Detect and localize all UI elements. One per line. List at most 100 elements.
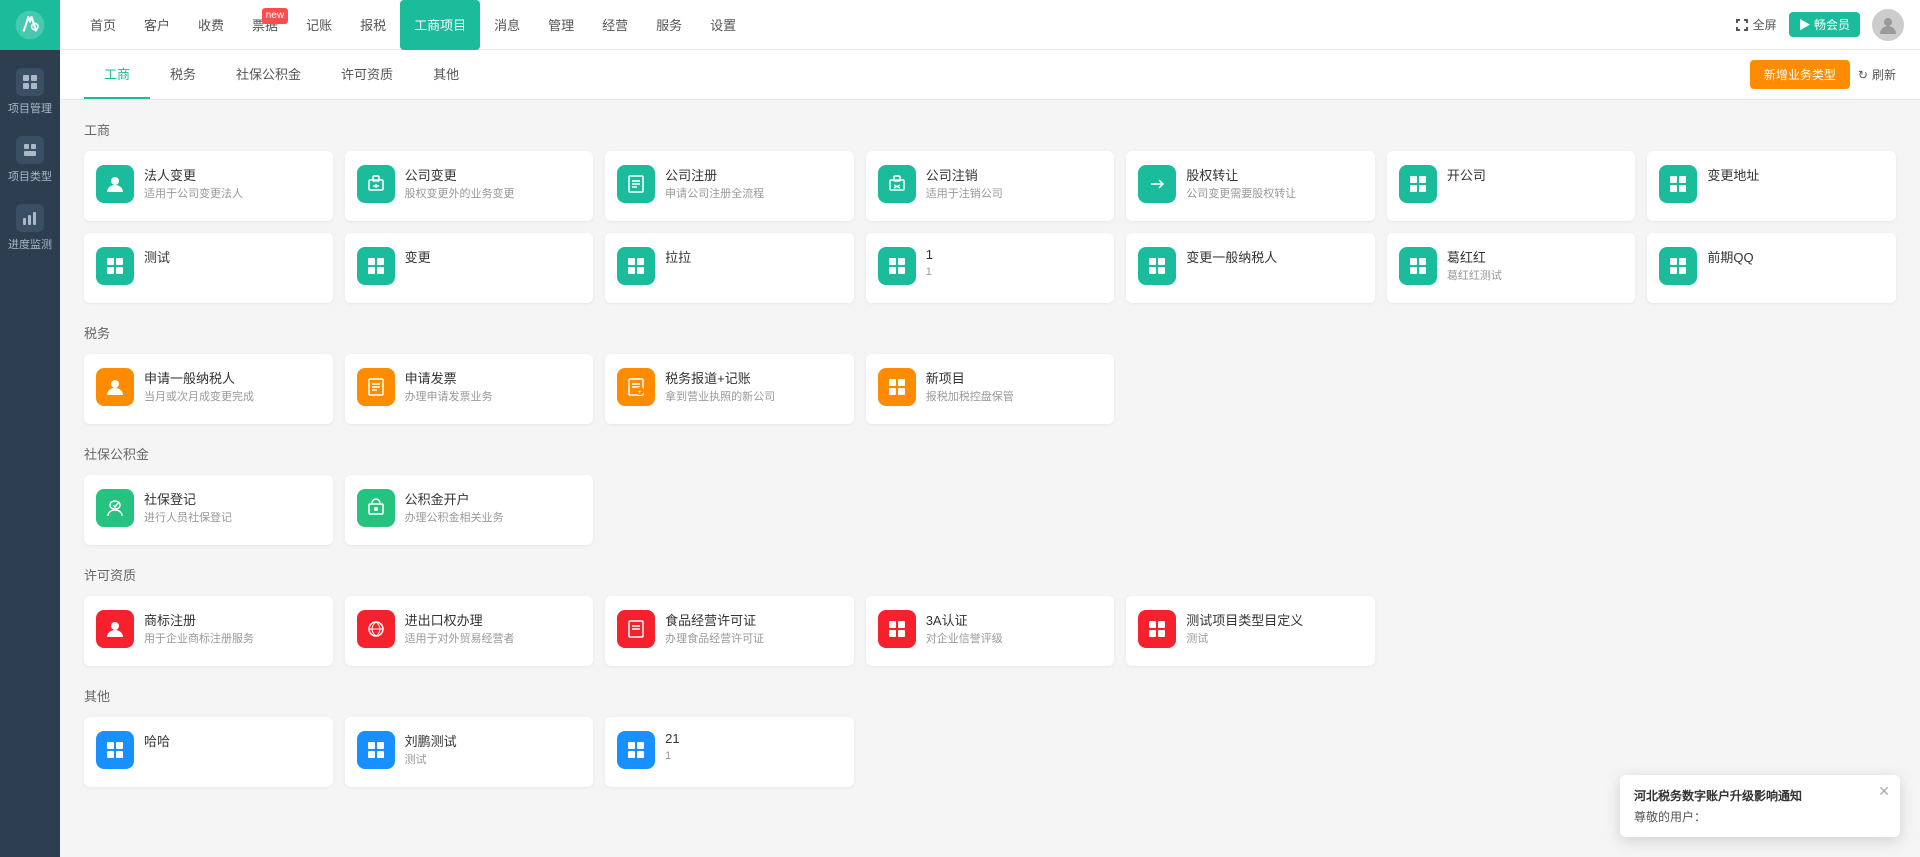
card-test-type[interactable]: 测试项目类型目定义 测试 bbox=[1126, 596, 1375, 666]
card-3a-cert[interactable]: 3A认证 对企业信誉评级 bbox=[866, 596, 1115, 666]
refresh-button[interactable]: ↻ 刷新 bbox=[1858, 66, 1896, 83]
card-change-address[interactable]: 变更地址 bbox=[1647, 151, 1896, 221]
tab-tax[interactable]: 税务 bbox=[150, 50, 216, 99]
tax-section-title: 税务 bbox=[84, 323, 1896, 342]
page-content: 工商 税务 社保公积金 许可资质 其他 新增业务类型 ↻ 刷新 bbox=[60, 50, 1920, 857]
new-project-title: 新项目 bbox=[926, 368, 1103, 387]
card-haha[interactable]: 哈哈 bbox=[84, 717, 333, 787]
card-company-change[interactable]: 公司变更 股权变更外的业务变更 bbox=[345, 151, 594, 221]
fullscreen-btn[interactable]: 全屏 bbox=[1735, 16, 1777, 33]
sidebar-item-progress-monitor[interactable]: 进度监测 bbox=[0, 194, 60, 262]
card-tax-declare[interactable]: + 税务报道+记账 拿到营业执照的新公司 bbox=[605, 354, 854, 424]
vip-button[interactable]: ▶ 畅会员 bbox=[1789, 12, 1860, 37]
open-company-icon bbox=[1399, 165, 1437, 203]
card-liupeng-test[interactable]: 刘鹏测试 测试 bbox=[345, 717, 594, 787]
card-change[interactable]: 变更 bbox=[345, 233, 594, 303]
apply-invoice-icon bbox=[357, 368, 395, 406]
nav-manage[interactable]: 管理 bbox=[534, 0, 588, 50]
liupeng-test-title: 刘鹏测试 bbox=[405, 731, 582, 750]
card-fund-open[interactable]: 公积金开户 办理公积金相关业务 bbox=[345, 475, 594, 545]
card-new-project[interactable]: 新项目 报税加税控盘保管 bbox=[866, 354, 1115, 424]
tab-license[interactable]: 许可资质 bbox=[321, 50, 413, 99]
tab-other[interactable]: 其他 bbox=[413, 50, 479, 99]
card-test[interactable]: 测试 bbox=[84, 233, 333, 303]
sidebar-logo[interactable] bbox=[0, 0, 60, 50]
nav-accounting[interactable]: 记账 bbox=[292, 0, 346, 50]
num21-title: 21 bbox=[665, 731, 842, 746]
company-register-icon bbox=[617, 165, 655, 203]
bizreg-cards-row1: 法人变更 适用于公司变更法人 公司变更 股权变更外的业务变更 bbox=[84, 151, 1896, 221]
sidebar-label-project-type: 项目类型 bbox=[8, 168, 52, 184]
card-import-export[interactable]: 进出口权办理 适用于对外贸易经营者 bbox=[345, 596, 594, 666]
card-legal-change[interactable]: 法人变更 适用于公司变更法人 bbox=[84, 151, 333, 221]
card-apply-invoice[interactable]: 申请发票 办理申请发票业务 bbox=[345, 354, 594, 424]
equity-transfer-title: 股权转让 bbox=[1186, 165, 1363, 184]
nav-customer[interactable]: 客户 bbox=[130, 0, 184, 50]
card-apply-tax[interactable]: 申请一般纳税人 当月或次月成变更完成 bbox=[84, 354, 333, 424]
card-qqearly[interactable]: 前期QQ bbox=[1647, 233, 1896, 303]
num1-title: 1 bbox=[926, 247, 1103, 262]
topnav: 首页 客户 收费 票据 new 记账 报税 工商项目 消息 管理 经营 bbox=[60, 0, 1920, 50]
test-icon bbox=[96, 247, 134, 285]
tab-bizreg[interactable]: 工商 bbox=[84, 50, 150, 99]
nav-message[interactable]: 消息 bbox=[480, 0, 534, 50]
card-company-cancel[interactable]: 公司注销 适用于注销公司 bbox=[866, 151, 1115, 221]
card-num21[interactable]: 21 1 bbox=[605, 717, 854, 787]
social-reg-title: 社保登记 bbox=[144, 489, 321, 508]
sidebar-item-project-type[interactable]: 项目类型 bbox=[0, 126, 60, 194]
nav-tax[interactable]: 报税 bbox=[346, 0, 400, 50]
num21-icon bbox=[617, 731, 655, 769]
notification-title: 河北税务数字账户升级影响通知 bbox=[1634, 787, 1886, 804]
card-company-register[interactable]: 公司注册 申请公司注册全流程 bbox=[605, 151, 854, 221]
social-reg-icon bbox=[96, 489, 134, 527]
nav-bizreg[interactable]: 工商项目 bbox=[400, 0, 480, 50]
legal-change-title: 法人变更 bbox=[144, 165, 321, 184]
card-mahonghong[interactable]: 葛红红 葛红红测试 bbox=[1387, 233, 1636, 303]
nav-settings[interactable]: 设置 bbox=[696, 0, 750, 50]
import-export-icon bbox=[357, 610, 395, 648]
card-change-tax[interactable]: 变更一般纳税人 bbox=[1126, 233, 1375, 303]
haha-title: 哈哈 bbox=[144, 731, 321, 750]
sidebar-item-project-manage[interactable]: 项目管理 bbox=[0, 58, 60, 126]
lala-title: 拉拉 bbox=[665, 247, 842, 266]
company-change-title: 公司变更 bbox=[405, 165, 582, 184]
new-business-type-button[interactable]: 新增业务类型 bbox=[1750, 60, 1850, 89]
card-equity-transfer[interactable]: 股权转让 公司变更需要股权转让 bbox=[1126, 151, 1375, 221]
project-type-icon bbox=[16, 136, 44, 164]
card-num1[interactable]: 1 1 bbox=[866, 233, 1115, 303]
nav-operation[interactable]: 经营 bbox=[588, 0, 642, 50]
company-register-desc: 申请公司注册全流程 bbox=[665, 187, 842, 202]
card-food-license[interactable]: 食品经营许可证 办理食品经营许可证 bbox=[605, 596, 854, 666]
3a-cert-icon bbox=[878, 610, 916, 648]
import-export-title: 进出口权办理 bbox=[405, 610, 582, 629]
tax-declare-icon: + bbox=[617, 368, 655, 406]
project-manage-icon bbox=[16, 68, 44, 96]
3a-cert-title: 3A认证 bbox=[926, 610, 1103, 629]
user-avatar[interactable] bbox=[1872, 9, 1904, 41]
company-cancel-desc: 适用于注销公司 bbox=[926, 187, 1103, 202]
sidebar-label-progress-monitor: 进度监测 bbox=[8, 236, 52, 252]
test-title: 测试 bbox=[144, 247, 321, 266]
sidebar: 项目管理 项目类型 进度监测 bbox=[0, 0, 60, 857]
nav-home[interactable]: 首页 bbox=[76, 0, 130, 50]
bizreg-cards-row2: 测试 变更 bbox=[84, 233, 1896, 303]
mahonghong-title: 葛红红 bbox=[1447, 247, 1624, 266]
new-project-desc: 报税加税控盘保管 bbox=[926, 390, 1103, 405]
notification-close-button[interactable]: ✕ bbox=[1878, 783, 1890, 800]
card-social-reg[interactable]: 社保登记 进行人员社保登记 bbox=[84, 475, 333, 545]
tab-social[interactable]: 社保公积金 bbox=[216, 50, 321, 99]
liupeng-test-desc: 测试 bbox=[405, 753, 582, 768]
nav-billing[interactable]: 收费 bbox=[184, 0, 238, 50]
notification-popup: ✕ 河北税务数字账户升级影响通知 尊敬的用户： bbox=[1620, 775, 1900, 837]
company-change-desc: 股权变更外的业务变更 bbox=[405, 187, 582, 202]
apply-tax-title: 申请一般纳税人 bbox=[144, 368, 321, 387]
food-license-title: 食品经营许可证 bbox=[665, 610, 842, 629]
sub-header-actions: 新增业务类型 ↻ 刷新 bbox=[1750, 52, 1896, 97]
card-trademark[interactable]: 商标注册 用于企业商标注册服务 bbox=[84, 596, 333, 666]
card-lala[interactable]: 拉拉 bbox=[605, 233, 854, 303]
apply-tax-desc: 当月或次月成变更完成 bbox=[144, 390, 321, 405]
card-open-company[interactable]: 开公司 bbox=[1387, 151, 1636, 221]
nav-service[interactable]: 服务 bbox=[642, 0, 696, 50]
company-register-title: 公司注册 bbox=[665, 165, 842, 184]
nav-invoice[interactable]: 票据 new bbox=[238, 0, 292, 50]
